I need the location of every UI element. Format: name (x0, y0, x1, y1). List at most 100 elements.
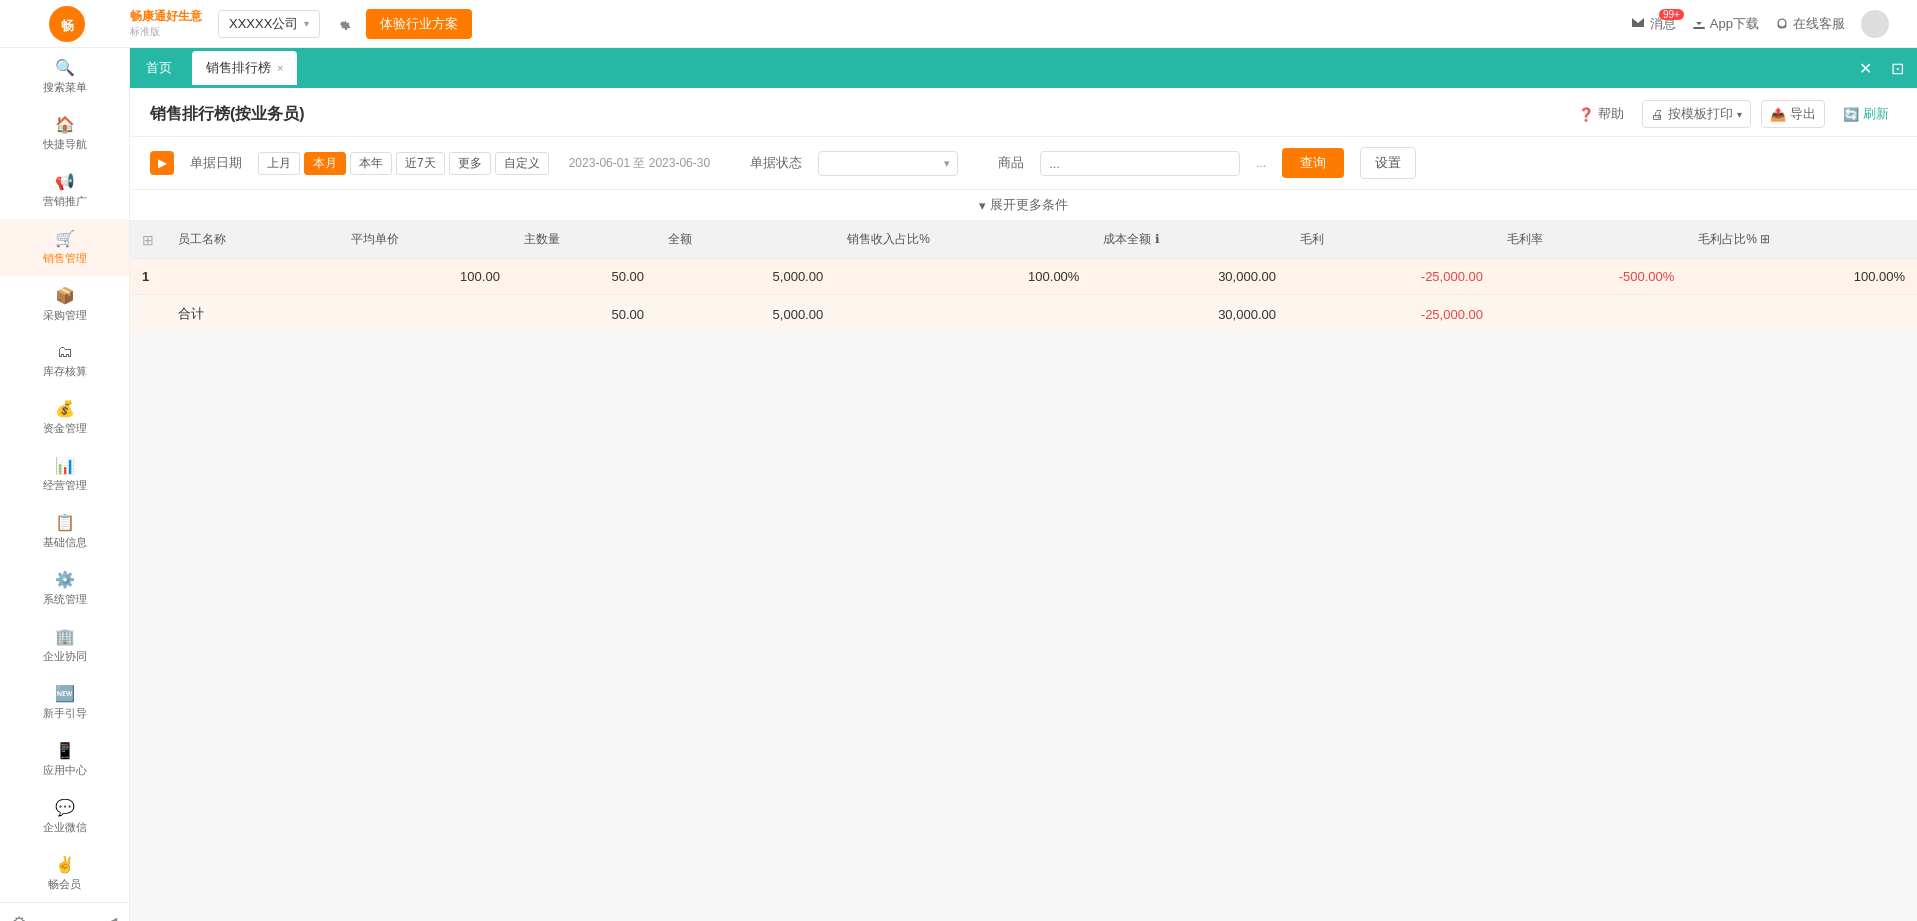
expand-more-btn[interactable]: ▾ 展开更多条件 (979, 196, 1068, 214)
app-download-button[interactable]: App下载 (1692, 15, 1759, 33)
sidebar-item-member[interactable]: ✌ 畅会员 (0, 845, 129, 902)
sidebar-settings-icon[interactable]: ⚙ (12, 913, 26, 921)
setting-button[interactable]: 设置 (1360, 147, 1416, 179)
message-badge: 99+ (1659, 9, 1684, 20)
date-more-btn[interactable]: 更多 (449, 152, 491, 175)
expand-label: 展开更多条件 (990, 196, 1068, 214)
message-button[interactable]: 消息 99+ (1630, 15, 1676, 33)
chevron-down-icon: ▾ (979, 198, 986, 213)
filter-expand-icon[interactable]: ▶ (150, 151, 174, 175)
sidebar-item-basic[interactable]: 📋 基础信息 (0, 503, 129, 560)
tf-gross-rate-empty (1495, 295, 1686, 334)
headset-icon (1775, 17, 1789, 31)
tf-label: 合计 (166, 295, 339, 334)
print-dropdown-icon: ▾ (1737, 109, 1742, 120)
sidebar-item-search[interactable]: 🔍 搜索菜单 (0, 48, 129, 105)
tab-sales-ranking[interactable]: 销售排行榜 × (192, 51, 297, 85)
sidebar-item-finance[interactable]: 💰 资金管理 (0, 389, 129, 446)
download-icon (1692, 17, 1706, 31)
expand-more-row: ▾ 展开更多条件 (130, 190, 1917, 221)
tab-close-icon[interactable]: × (277, 62, 283, 74)
search-icon: 🔍 (55, 58, 75, 77)
sidebar-item-appstore[interactable]: 📱 应用中心 (0, 731, 129, 788)
export-button[interactable]: 📤 导出 (1761, 100, 1825, 128)
tab-close-window-btn[interactable]: ✕ (1853, 56, 1877, 80)
tab-bar: 首页 销售排行榜 × ✕ ⊡ (130, 48, 1917, 88)
sidebar-item-wechat[interactable]: 💬 企业微信 (0, 788, 129, 845)
sidebar-item-guide[interactable]: 🆕 新手引导 (0, 674, 129, 731)
date-custom-btn[interactable]: 自定义 (495, 152, 549, 175)
online-service-label: 在线客服 (1793, 15, 1845, 33)
table-header-row: ⊞ 员工名称 平均单价 主数量 全额 销售收入占比% 成本全额 ℹ 毛利 毛利率 (130, 221, 1917, 259)
print-label: 按模板打印 (1668, 105, 1733, 123)
member-icon: ✌ (55, 855, 75, 874)
th-settings: ⊞ (130, 221, 166, 259)
page-title: 销售排行榜(按业务员) (150, 104, 305, 125)
table-row: 1 100.00 50.00 5,000.00 100.00% 30,000.0… (130, 259, 1917, 295)
user-avatar[interactable] (1861, 10, 1889, 38)
refresh-button[interactable]: 🔄 刷新 (1835, 101, 1897, 127)
system-icon: ⚙️ (55, 570, 75, 589)
sidebar-collapse-icon[interactable]: ◀ (105, 913, 117, 921)
top-bar: 畅 畅康通好生意 标准版 XXXXX公司 ▾ 体验行业方案 消息 99+ Ap (0, 0, 1917, 48)
tab-home[interactable]: 首页 (130, 48, 188, 88)
basic-icon: 📋 (55, 513, 75, 532)
sidebar-item-marketing[interactable]: 📢 营销推广 (0, 162, 129, 219)
sidebar-item-shortcut[interactable]: 🏠 快捷导航 (0, 105, 129, 162)
company-selector[interactable]: XXXXX公司 ▾ (218, 10, 320, 38)
col-settings-icon[interactable]: ⊞ (142, 232, 154, 248)
date-this-month-btn[interactable]: 本月 (304, 152, 346, 175)
svg-point-3 (1778, 19, 1786, 27)
date-7days-btn[interactable]: 近7天 (396, 152, 445, 175)
td-gross-pct: 100.00% (1686, 259, 1917, 295)
guide-icon: 🆕 (55, 684, 75, 703)
page-actions: ❓ 帮助 🖨 按模板打印 ▾ 📤 导出 🔄 (1570, 100, 1897, 128)
main-area: 🔍 搜索菜单 🏠 快捷导航 📢 营销推广 🛒 销售管理 📦 采购管理 🗂 (0, 48, 1917, 921)
online-service-button[interactable]: 在线客服 (1775, 15, 1845, 33)
wechat-icon: 💬 (55, 798, 75, 817)
print-button[interactable]: 🖨 按模板打印 ▾ (1642, 100, 1751, 128)
td-sales-pct: 100.00% (835, 259, 1091, 295)
help-icon: ❓ (1578, 107, 1594, 122)
industry-btn[interactable]: 体验行业方案 (366, 9, 472, 39)
purchase-icon: 📦 (55, 286, 75, 305)
td-gross: -25,000.00 (1288, 259, 1495, 295)
tab-label: 销售排行榜 (206, 59, 271, 77)
query-button[interactable]: 查询 (1282, 148, 1344, 178)
sidebar-item-system[interactable]: ⚙️ 系统管理 (0, 560, 129, 617)
help-button[interactable]: ❓ 帮助 (1570, 101, 1632, 127)
chevron-down-icon: ▾ (304, 18, 309, 29)
status-select[interactable] (818, 151, 958, 176)
export-icon: 📤 (1770, 107, 1786, 122)
refresh-icon: 🔄 (1843, 107, 1859, 122)
goods-filter-label: 商品 (998, 154, 1024, 172)
sidebar-item-operations[interactable]: 📊 经营管理 (0, 446, 129, 503)
table-footer-row: 合计 50.00 5,000.00 30,000.00 -25,000.00 (130, 295, 1917, 334)
td-name (166, 259, 339, 295)
main-content: 销售排行榜(按业务员) ❓ 帮助 🖨 按模板打印 ▾ 📤 (130, 88, 1917, 921)
refresh-label: 刷新 (1863, 105, 1889, 123)
filter-row: ▶ 单据日期 上月 本月 本年 近7天 更多 自定义 2023-06-01 至 (150, 147, 1897, 179)
tf-main-qty: 50.00 (512, 295, 656, 334)
th-avg-price: 平均单价 (339, 221, 512, 259)
goods-input[interactable] (1040, 151, 1240, 176)
logo-title: 畅康通好生意 (130, 8, 202, 25)
tf-avg-empty (339, 295, 512, 334)
goods-more-btn[interactable]: ... (1256, 156, 1266, 170)
th-employee-name: 员工名称 (166, 221, 339, 259)
date-last-month-btn[interactable]: 上月 (258, 152, 300, 175)
tab-restore-btn[interactable]: ⊡ (1885, 56, 1909, 80)
sidebar-item-sales[interactable]: 🛒 销售管理 (0, 219, 129, 276)
sidebar-item-purchase[interactable]: 📦 采购管理 (0, 276, 129, 333)
date-this-year-btn[interactable]: 本年 (350, 152, 392, 175)
top-right-actions: 消息 99+ App下载 在线客服 (1630, 10, 1905, 38)
settings-gear-button[interactable] (328, 9, 358, 39)
sidebar-item-enterprise[interactable]: 🏢 企业协同 (0, 617, 129, 674)
ranking-table: ⊞ 员工名称 平均单价 主数量 全额 销售收入占比% 成本全额 ℹ 毛利 毛利率 (130, 221, 1917, 333)
tf-amount: 5,000.00 (656, 295, 835, 334)
sidebar: 🔍 搜索菜单 🏠 快捷导航 📢 营销推广 🛒 销售管理 📦 采购管理 🗂 (0, 48, 130, 921)
logo-sub: 标准版 (130, 25, 202, 39)
company-name: XXXXX公司 (229, 15, 298, 33)
sidebar-item-inventory[interactable]: 🗂 库存核算 (0, 333, 129, 389)
svg-text:畅: 畅 (61, 18, 74, 33)
